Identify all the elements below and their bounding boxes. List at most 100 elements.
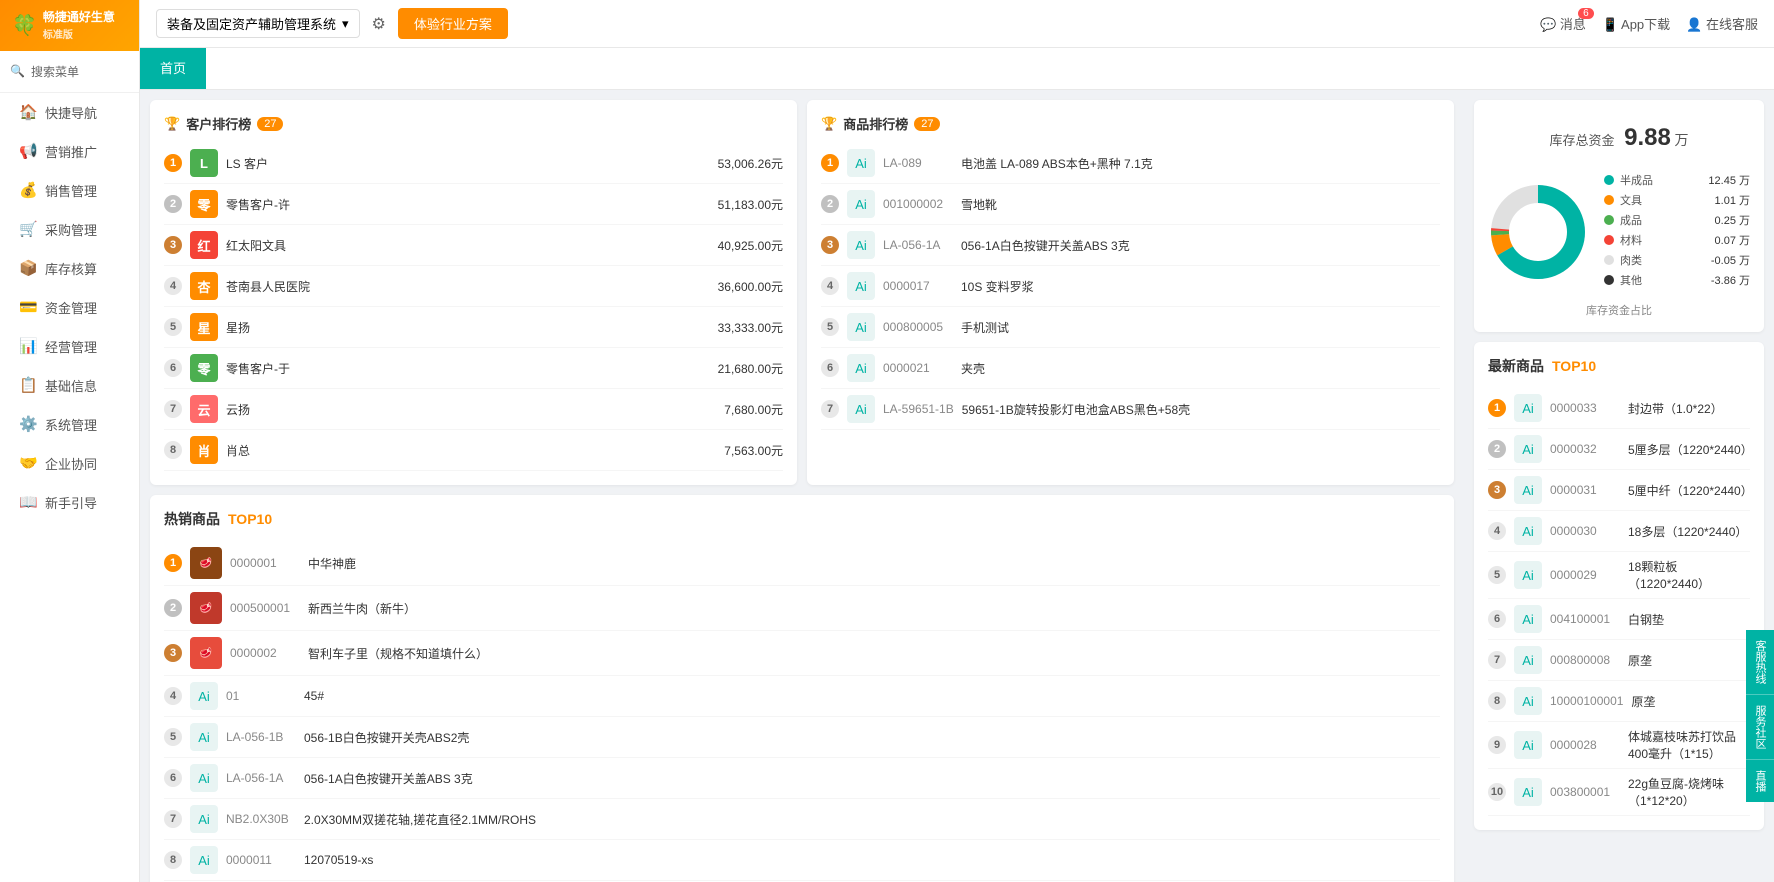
product-code: LA-056-1A [883,238,953,252]
rank-number: 9 [1488,736,1506,754]
rank-number: 2 [164,599,182,617]
rank-number: 5 [1488,566,1506,584]
list-item: 3 红 红太阳文具 40,925.00元 [164,225,783,266]
customer-name: 星扬 [226,319,710,336]
sidebar-item-operations[interactable]: 📊 经营管理 [0,327,139,366]
online-service-label: 在线客服 [1706,17,1758,32]
sidebar-item-label: 销售管理 [45,181,97,200]
rank-number: 4 [1488,522,1506,540]
legend-dot [1604,195,1614,205]
product-name: 手机测试 [961,319,1440,336]
product-icon: Ai [847,395,875,423]
list-item: 6 Ai 0000021 夹壳 [821,348,1440,389]
product-icon: Ai [1514,394,1542,422]
customer-ranking-badge: 27 [257,117,283,131]
messages-badge: 6 [1578,8,1594,19]
system-selector[interactable]: 装备及固定资产辅助管理系统 ▾ [156,9,360,38]
product-name: 10S 变料罗浆 [961,278,1440,295]
product-icon: Ai [847,313,875,341]
product-icon: Ai [1514,687,1542,715]
product-icon: Ai [847,272,875,300]
product-icon: Ai [847,231,875,259]
legend-value: -3.86 万 [1711,272,1750,288]
tab-home[interactable]: 首页 [140,48,206,89]
inventory-subtitle: 库存资金占比 [1488,302,1750,318]
sidebar-item-sales[interactable]: 💰 销售管理 [0,171,139,210]
customer-name: 云扬 [226,401,716,418]
customer-name: 苍南县人民医院 [226,278,710,295]
sales-icon: 💰 [19,181,37,199]
list-item: 1 Ai 0000033 封边带（1.0*22） [1488,388,1750,429]
avatar: L [190,149,218,177]
legend-value: 0.25 万 [1715,212,1750,228]
sidebar-item-finance[interactable]: 💳 资金管理 [0,288,139,327]
product-name: 封边带（1.0*22） [1628,400,1750,417]
list-item: 9 Ai 0000028 体城嘉枝味苏打饮品400毫升（1*15） [1488,722,1750,769]
product-code: 0000033 [1550,401,1620,415]
sidebar-item-marketing[interactable]: 📢 营销推广 [0,132,139,171]
right-panel: 库存总资金 9.88 万 [1464,90,1774,882]
app-download-label: App下载 [1621,17,1670,32]
list-item: 5 Ai 0000029 18颗粒板（1220*2440） [1488,552,1750,599]
legend-item: 文具 1.01 万 [1604,192,1750,208]
list-item: 2 Ai 001000002 雪地靴 [821,184,1440,225]
product-name: 18多层（1220*2440） [1628,523,1750,540]
list-item: 2 🥩 000500001 新西兰牛肉（新牛） [164,586,1440,631]
sidebar-item-inventory[interactable]: 📦 库存核算 [0,249,139,288]
sidebar-item-label: 新手引导 [45,493,97,512]
rank-number: 3 [821,236,839,254]
basics-icon: 📋 [19,376,37,394]
sidebar-item-guide[interactable]: 📖 新手引导 [0,483,139,522]
app-download-button[interactable]: 📱 App下载 [1602,14,1670,33]
sidebar-item-label: 经营管理 [45,337,97,356]
product-name: 12070519-xs [304,853,1440,867]
list-item: 7 Ai NB2.0X30B 2.0X30MM双搓花轴,搓花直径2.1MM/RO… [164,799,1440,840]
service-community-button[interactable]: 服务社区 [1746,695,1774,760]
search-menu-section: 🔍 搜索菜单 [0,51,139,93]
new-products-label: 最新商品 [1488,356,1544,376]
hot-products-title: 热销商品 TOP10 [164,509,1440,529]
system-name: 装备及固定资产辅助管理系统 [167,14,336,33]
sidebar: 🍀 畅捷通好生意 标准版 🔍 搜索菜单 🏠 快捷导航 📢 营销推广 💰 销售管理… [0,0,140,882]
product-code: 0000031 [1550,483,1620,497]
settings-icon[interactable]: ⚙ [372,14,386,34]
search-menu-button[interactable]: 🔍 搜索菜单 [10,59,129,84]
rank-number: 7 [164,400,182,418]
customer-ranking-list: 1 L LS 客户 53,006.26元 2 零 零售客户-许 51,183.0… [164,143,783,471]
sidebar-item-basics[interactable]: 📋 基础信息 [0,366,139,405]
rank-number: 2 [1488,440,1506,458]
sidebar-item-label: 系统管理 [45,415,97,434]
product-code: 0000029 [1550,568,1620,582]
list-item: 4 Ai 0000030 18多层（1220*2440） [1488,511,1750,552]
rank-number: 8 [164,851,182,869]
rank-number: 2 [164,195,182,213]
marketing-icon: 📢 [19,142,37,160]
left-panel: 🏆 客户排行榜 27 1 L LS 客户 53,006.26元 2 [140,90,1464,882]
customer-service-button[interactable]: 客服热线 [1746,630,1774,695]
trial-button[interactable]: 体验行业方案 [398,8,508,39]
sidebar-item-label: 企业协同 [45,454,97,473]
list-item: 7 Ai 000800008 原垄 [1488,640,1750,681]
messages-button[interactable]: 💬 消息 6 [1540,14,1586,33]
list-item: 3 Ai LA-056-1A 056-1A白色按键开关盖ABS 3克 [821,225,1440,266]
online-service-button[interactable]: 👤 在线客服 [1686,14,1758,33]
legend-value: 0.07 万 [1715,232,1750,248]
donut-chart-container: 半成品 12.45 万 文具 1.01 万 成品 0.25 万 [1488,162,1750,302]
list-item: 4 杏 苍南县人民医院 36,600.00元 [164,266,783,307]
product-name: 夹壳 [961,360,1440,377]
live-streaming-button[interactable]: 直播 [1746,760,1774,802]
product-icon: Ai [190,723,218,751]
product-image: 🥩 [190,637,222,669]
top10-label: TOP10 [1552,358,1596,374]
legend-dot [1604,255,1614,265]
sidebar-item-enterprise[interactable]: 🤝 企业协同 [0,444,139,483]
sidebar-item-home[interactable]: 🏠 快捷导航 [0,93,139,132]
product-ranking-badge: 27 [914,117,940,131]
customer-name: 零售客户-于 [226,360,710,377]
product-ranking-card: 🏆 商品排行榜 27 1 Ai LA-089 电池盖 LA-089 ABS本色+… [807,100,1454,485]
search-icon: 🔍 [10,64,25,78]
sidebar-item-system[interactable]: ⚙️ 系统管理 [0,405,139,444]
sidebar-item-purchase[interactable]: 🛒 采购管理 [0,210,139,249]
hot-products-label: 热销商品 [164,509,220,529]
product-name: 原垄 [1631,693,1750,710]
